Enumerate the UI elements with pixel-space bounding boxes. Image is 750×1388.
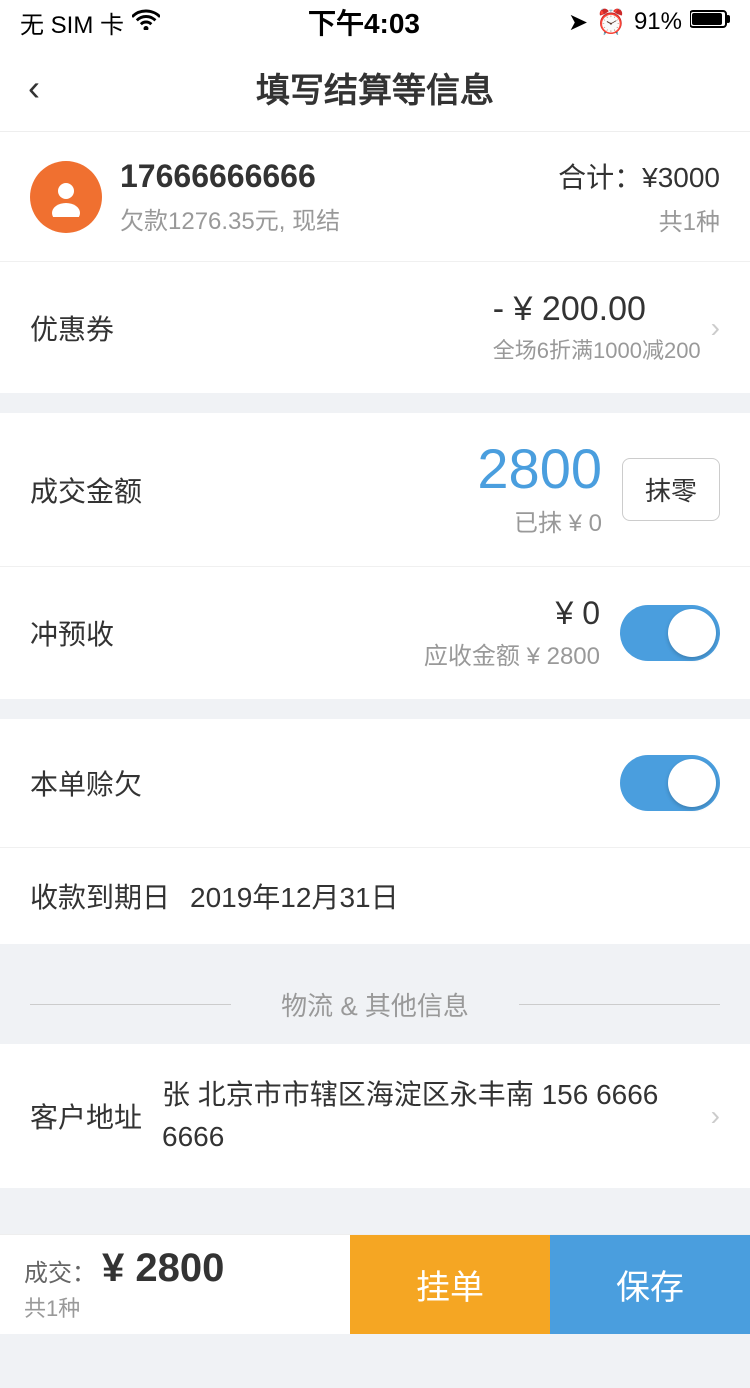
footer-bar: 成交： ¥ 2800 共1种 挂单 保存 (0, 1234, 750, 1334)
customer-left: 17666666666 欠款1276.35元, 现结 (30, 158, 340, 236)
customer-row: 17666666666 欠款1276.35元, 现结 合计：¥3000 共1种 (0, 132, 750, 261)
divider-section: 物流 & 其他信息 (0, 964, 750, 1044)
customer-total: 合计：¥3000 共1种 (558, 156, 720, 237)
deal-amount-row: 成交金额 2800 已抹 ¥ 0 抹零 (0, 413, 750, 566)
customer-info: 17666666666 欠款1276.35元, 现结 (120, 158, 340, 236)
section-gap-1 (0, 393, 750, 413)
avatar (30, 161, 102, 233)
battery-label: 91% (634, 8, 682, 36)
back-button[interactable]: ‹ (28, 67, 40, 109)
section-gap-2 (0, 699, 750, 719)
status-right: ➤ ⏰ 91% (568, 8, 730, 37)
prepay-label: 冲预收 (30, 613, 114, 653)
prepay-toggle[interactable] (620, 605, 720, 661)
prepay-amount-wrap: ¥ 0 应收金额 ¥ 2800 (424, 595, 600, 671)
deal-amount-wrap: 2800 已抹 ¥ 0 (477, 441, 602, 538)
prepay-sub: 应收金额 ¥ 2800 (424, 636, 600, 671)
divider-line-left (30, 1004, 231, 1005)
footer-deal-count: 共1种 (24, 1291, 326, 1323)
address-value: 张 北京市市辖区海淀区永丰南 156 6666 6666 (162, 1074, 711, 1158)
prepay-amount-value: ¥ 0 (424, 595, 600, 632)
debt-label: 本单赊欠 (30, 763, 142, 803)
wifi-icon (132, 8, 160, 37)
debt-toggle[interactable] (620, 755, 720, 811)
section-gap-3 (0, 944, 750, 964)
customer-debt: 欠款1276.35元, 现结 (120, 201, 340, 236)
customer-phone: 17666666666 (120, 158, 340, 195)
total-count-label: 共1种 (558, 202, 720, 237)
footer-deal-label: 成交： (24, 1253, 96, 1288)
battery-icon (690, 8, 730, 36)
debt-toggle-knob (668, 759, 716, 807)
hang-button[interactable]: 挂单 (350, 1235, 550, 1334)
due-date-label: 收款到期日 (30, 876, 170, 916)
footer-info: 成交： ¥ 2800 共1种 (0, 1235, 350, 1334)
coupon-row[interactable]: 优惠券 - ¥ 200.00 全场6折满1000减200 › (0, 261, 750, 393)
no-sim-label: 无 SIM 卡 (20, 5, 124, 40)
page-title: 填写结算等信息 (256, 63, 494, 112)
location-icon: ➤ (568, 8, 588, 37)
coupon-right: - ¥ 200.00 全场6折满1000减200 › (493, 290, 720, 365)
coupon-info: - ¥ 200.00 全场6折满1000减200 (493, 290, 701, 365)
deal-amount-value: 2800 (477, 441, 602, 497)
address-chevron-icon: › (711, 1100, 720, 1132)
status-left: 无 SIM 卡 (20, 5, 160, 40)
coupon-label: 优惠券 (30, 308, 114, 348)
deal-amount-label: 成交金额 (30, 470, 142, 510)
nav-bar: ‹ 填写结算等信息 (0, 44, 750, 132)
deal-sub: 已抹 ¥ 0 (477, 503, 602, 538)
prepay-row: 冲预收 ¥ 0 应收金额 ¥ 2800 (0, 566, 750, 699)
status-bar: 无 SIM 卡 下午4:03 ➤ ⏰ 91% (0, 0, 750, 44)
chevron-right-icon: › (711, 312, 720, 344)
coupon-desc: 全场6折满1000减200 (493, 333, 701, 365)
divider-text: 物流 & 其他信息 (281, 986, 469, 1023)
due-date-row: 收款到期日 2019年12月31日 (0, 847, 750, 944)
address-label: 客户地址 (30, 1096, 142, 1136)
round-zero-button[interactable]: 抹零 (622, 458, 720, 521)
deal-right: 2800 已抹 ¥ 0 抹零 (477, 441, 720, 538)
coupon-discount: - ¥ 200.00 (493, 290, 701, 329)
alarm-icon: ⏰ (596, 8, 626, 37)
toggle-knob (668, 609, 716, 657)
divider-line-right (519, 1004, 720, 1005)
due-date-value: 2019年12月31日 (190, 876, 399, 916)
save-button[interactable]: 保存 (550, 1235, 750, 1334)
prepay-right: ¥ 0 应收金额 ¥ 2800 (424, 595, 720, 671)
address-row[interactable]: 客户地址 张 北京市市辖区海淀区永丰南 156 6666 6666 › (0, 1044, 750, 1188)
debt-row: 本单赊欠 (0, 719, 750, 847)
total-amount-label: 合计：¥3000 (558, 156, 720, 196)
status-time: 下午4:03 (308, 2, 420, 42)
footer-deal-amount: ¥ 2800 (102, 1246, 224, 1291)
